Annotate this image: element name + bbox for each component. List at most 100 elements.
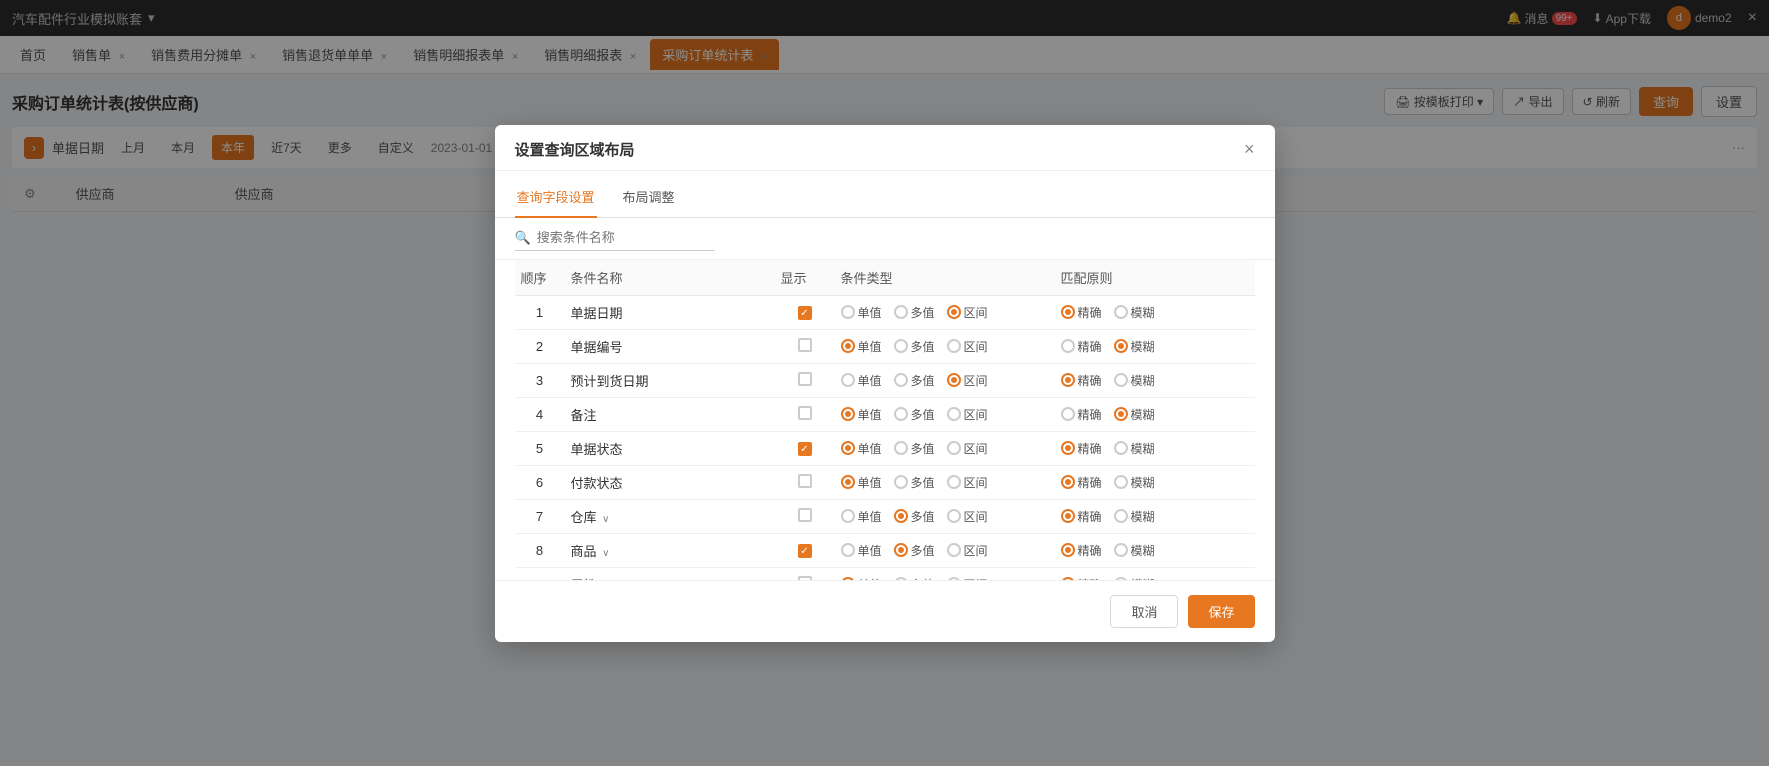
cell-type: 单值多值区间 [835, 363, 1055, 397]
radio-circle-icon [947, 407, 961, 421]
cell-name: 商品 ∨ [565, 533, 775, 567]
display-checkbox[interactable] [798, 406, 812, 420]
radio-match-fuzzy[interactable]: 模糊 [1114, 406, 1155, 423]
cell-display [775, 465, 835, 499]
cell-type: 单值多值区间 [835, 329, 1055, 363]
cell-display: ✓ [775, 295, 835, 329]
radio-match-fuzzy[interactable]: 模糊 [1114, 372, 1155, 389]
radio-type-range[interactable]: 区间 [947, 372, 988, 389]
radio-type-single[interactable]: 单值 [841, 542, 882, 559]
radio-type-multi[interactable]: 多值 [894, 406, 935, 423]
cancel-button[interactable]: 取消 [1110, 595, 1178, 628]
display-checkbox[interactable] [798, 508, 812, 522]
radio-type-range[interactable]: 区间 [947, 304, 988, 321]
radio-type-multi[interactable]: 多值 [894, 338, 935, 355]
radio-match-exact[interactable]: 精确 [1061, 474, 1102, 491]
radio-circle-icon [1114, 305, 1128, 319]
radio-match-fuzzy[interactable]: 模糊 [1114, 338, 1155, 355]
radio-circle-icon [1061, 441, 1075, 455]
radio-circle-icon [1114, 339, 1128, 353]
cell-type: 单值多值区间 [835, 295, 1055, 329]
radio-type-single[interactable]: 单值 [841, 406, 882, 423]
cell-order: 6 [515, 465, 565, 499]
display-checkbox[interactable]: ✓ [798, 544, 812, 558]
radio-type-range[interactable]: 区间 [947, 440, 988, 457]
radio-type-single[interactable]: 单值 [841, 372, 882, 389]
radio-type-single[interactable]: 单值 [841, 508, 882, 525]
radio-type-multi[interactable]: 多值 [894, 304, 935, 321]
cell-order: 3 [515, 363, 565, 397]
radio-circle-icon [894, 407, 908, 421]
cell-type: 单值多值区间 [835, 567, 1055, 580]
dialog-close-button[interactable]: × [1244, 140, 1255, 158]
display-checkbox[interactable]: ✓ [798, 306, 812, 320]
display-checkbox[interactable] [798, 372, 812, 386]
radio-type-single[interactable]: 单值 [841, 474, 882, 491]
radio-match-exact[interactable]: 精确 [1061, 542, 1102, 559]
th-order: 顺序 [515, 260, 565, 296]
cell-match: 精确模糊 [1055, 567, 1255, 580]
radio-circle-icon [1061, 373, 1075, 387]
radio-type-range[interactable]: 区间 [947, 406, 988, 423]
chevron-down-icon[interactable]: ∨ [602, 548, 609, 559]
dialog: 设置查询区域布局 × 查询字段设置 布局调整 🔍 [495, 125, 1275, 642]
radio-type-single[interactable]: 单值 [841, 440, 882, 457]
radio-match-exact[interactable]: 精确 [1061, 440, 1102, 457]
radio-match-exact[interactable]: 精确 [1061, 372, 1102, 389]
radio-match-exact[interactable]: 精确 [1061, 304, 1102, 321]
th-display: 显示 [775, 260, 835, 296]
radio-match-fuzzy[interactable]: 模糊 [1114, 508, 1155, 525]
radio-match-exact[interactable]: 精确 [1061, 406, 1102, 423]
radio-circle-icon [1114, 475, 1128, 489]
radio-match-fuzzy[interactable]: 模糊 [1114, 542, 1155, 559]
radio-match-fuzzy[interactable]: 模糊 [1114, 474, 1155, 491]
dialog-search: 🔍 [495, 218, 1275, 260]
radio-circle-icon [1061, 543, 1075, 557]
cell-order: 2 [515, 329, 565, 363]
radio-circle-icon [1061, 475, 1075, 489]
radio-type-multi[interactable]: 多值 [894, 508, 935, 525]
th-match: 匹配原则 [1055, 260, 1255, 296]
cell-display [775, 499, 835, 533]
radio-type-range[interactable]: 区间 [947, 338, 988, 355]
radio-circle-icon [947, 441, 961, 455]
cell-order: 5 [515, 431, 565, 465]
radio-type-multi[interactable]: 多值 [894, 542, 935, 559]
cell-match: 精确模糊 [1055, 363, 1255, 397]
dialog-header: 设置查询区域布局 × [495, 125, 1275, 171]
save-button[interactable]: 保存 [1188, 595, 1254, 628]
radio-match-fuzzy[interactable]: 模糊 [1114, 440, 1155, 457]
radio-circle-icon [841, 509, 855, 523]
cell-match: 精确模糊 [1055, 499, 1255, 533]
radio-match-exact[interactable]: 精确 [1061, 508, 1102, 525]
cell-match: 精确模糊 [1055, 397, 1255, 431]
radio-type-multi[interactable]: 多值 [894, 474, 935, 491]
radio-type-multi[interactable]: 多值 [894, 372, 935, 389]
cell-display [775, 567, 835, 580]
radio-circle-icon [1114, 407, 1128, 421]
display-checkbox[interactable]: ✓ [798, 442, 812, 456]
radio-circle-icon [894, 509, 908, 523]
chevron-down-icon[interactable]: ∨ [602, 514, 609, 525]
cell-name: 单据编号 [565, 329, 775, 363]
dialog-tab-fields[interactable]: 查询字段设置 [515, 181, 597, 218]
radio-type-range[interactable]: 区间 [947, 508, 988, 525]
display-checkbox[interactable] [798, 474, 812, 488]
radio-type-multi[interactable]: 多值 [894, 440, 935, 457]
radio-circle-icon [947, 339, 961, 353]
cell-name: 单据日期 [565, 295, 775, 329]
radio-circle-icon [1114, 509, 1128, 523]
radio-type-range[interactable]: 区间 [947, 474, 988, 491]
radio-type-range[interactable]: 区间 [947, 542, 988, 559]
radio-match-fuzzy[interactable]: 模糊 [1114, 304, 1155, 321]
display-checkbox[interactable] [798, 338, 812, 352]
cell-display [775, 329, 835, 363]
cell-name: 属性 ∨ [565, 567, 775, 580]
dialog-tab-layout[interactable]: 布局调整 [621, 181, 677, 218]
dialog-tabs: 查询字段设置 布局调整 [495, 171, 1275, 218]
radio-match-exact[interactable]: 精确 [1061, 338, 1102, 355]
search-input[interactable] [537, 230, 697, 245]
radio-type-single[interactable]: 单值 [841, 304, 882, 321]
cell-type: 单值多值区间 [835, 397, 1055, 431]
radio-type-single[interactable]: 单值 [841, 338, 882, 355]
